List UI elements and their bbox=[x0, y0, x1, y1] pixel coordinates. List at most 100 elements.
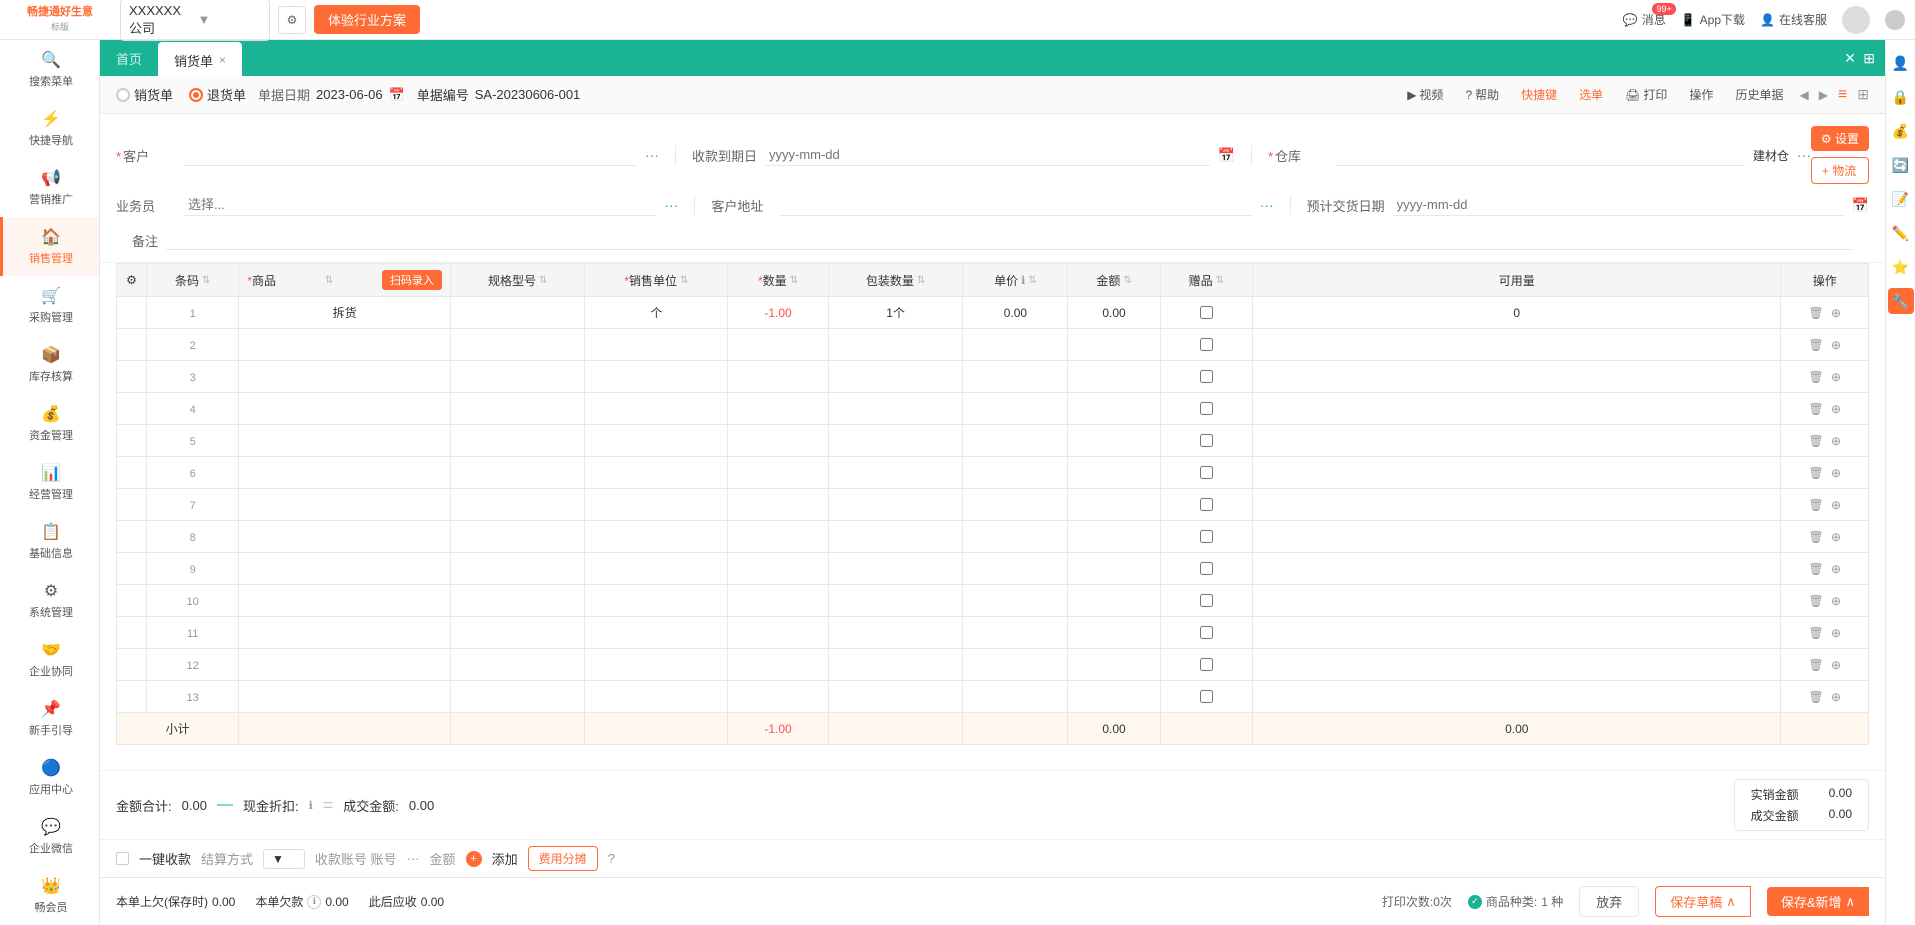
gift-checkbox-9[interactable] bbox=[1200, 562, 1213, 575]
gift-checkbox-12[interactable] bbox=[1200, 658, 1213, 671]
fee-split-btn[interactable]: 费用分摊 bbox=[528, 846, 598, 871]
nav-prev-icon[interactable]: ◀ bbox=[1799, 88, 1808, 102]
close-window-icon[interactable]: × bbox=[1845, 48, 1856, 69]
sidebar-item-member[interactable]: 👑 畅会员 bbox=[0, 866, 99, 925]
delete-icon-3[interactable]: 🗑 bbox=[1808, 370, 1823, 384]
cell-gift-6[interactable] bbox=[1160, 457, 1252, 489]
warehouse-dots-icon[interactable]: ··· bbox=[1797, 147, 1811, 163]
sidebar-item-system[interactable]: ⚙ 系统管理 bbox=[0, 571, 99, 630]
sort-unit-icon[interactable]: ⇅ bbox=[680, 275, 688, 286]
help-btn[interactable]: ? 帮助 bbox=[1459, 84, 1505, 105]
delete-icon-1[interactable]: 🗑 bbox=[1808, 306, 1823, 320]
right-panel-icon-star[interactable]: ⭐ bbox=[1888, 254, 1914, 280]
gift-checkbox-2[interactable] bbox=[1200, 338, 1213, 351]
delete-icon-4[interactable]: 🗑 bbox=[1808, 402, 1823, 416]
delete-icon-13[interactable]: 🗑 bbox=[1808, 690, 1823, 704]
expected-calendar-icon[interactable]: 📅 bbox=[1852, 197, 1869, 214]
discount-info-icon[interactable]: ℹ bbox=[309, 799, 313, 812]
sidebar-item-appcenter[interactable]: 🔵 应用中心 bbox=[0, 748, 99, 807]
sidebar-item-collab[interactable]: 🤝 企业协同 bbox=[0, 630, 99, 689]
delete-icon-5[interactable]: 🗑 bbox=[1808, 434, 1823, 448]
maximize-icon[interactable]: ⊞ bbox=[1863, 50, 1875, 67]
cell-gift-5[interactable] bbox=[1160, 425, 1252, 457]
gift-checkbox-10[interactable] bbox=[1200, 594, 1213, 607]
balance2-info-icon[interactable]: ℹ bbox=[307, 895, 321, 909]
sort-quantity-icon[interactable]: ⇅ bbox=[790, 275, 798, 286]
copy-icon-7[interactable]: ⊕ bbox=[1831, 498, 1841, 512]
sort-gift-icon[interactable]: ⇅ bbox=[1216, 275, 1224, 286]
customer-input[interactable] bbox=[184, 144, 637, 166]
warehouse-input[interactable] bbox=[1336, 144, 1745, 166]
tab-home[interactable]: 首页 bbox=[100, 40, 158, 76]
sort-barcode-icon[interactable]: ⇅ bbox=[202, 275, 210, 286]
company-selector[interactable]: XXXXXX公司 ▼ bbox=[120, 0, 270, 41]
copy-icon-11[interactable]: ⊕ bbox=[1831, 626, 1841, 640]
choose-btn[interactable]: 选单 bbox=[1573, 84, 1609, 105]
gift-checkbox-1[interactable] bbox=[1200, 306, 1213, 319]
cell-gift-3[interactable] bbox=[1160, 361, 1252, 393]
sidebar-item-marketing[interactable]: 📢 营销推广 bbox=[0, 158, 99, 217]
copy-icon-3[interactable]: ⊕ bbox=[1831, 370, 1841, 384]
history-btn[interactable]: 历史单据 bbox=[1729, 84, 1789, 105]
sidebar-item-search[interactable]: 🔍 搜索菜单 bbox=[0, 40, 99, 99]
cell-gift-4[interactable] bbox=[1160, 393, 1252, 425]
message-btn[interactable]: 💬 消息 99+ bbox=[1623, 11, 1666, 28]
sidebar-item-basicinfo[interactable]: 📋 基础信息 bbox=[0, 512, 99, 571]
th-settings[interactable]: ⚙ bbox=[117, 264, 147, 297]
sidebar-item-inventory[interactable]: 📦 库存核算 bbox=[0, 335, 99, 394]
gift-checkbox-13[interactable] bbox=[1200, 690, 1213, 703]
copy-icon-1[interactable]: ⊕ bbox=[1831, 306, 1841, 320]
tab-close-icon[interactable]: × bbox=[219, 53, 226, 67]
fee-help-icon[interactable]: ? bbox=[608, 851, 615, 866]
calendar-icon[interactable]: 📅 bbox=[389, 87, 405, 103]
copy-icon-13[interactable]: ⊕ bbox=[1831, 690, 1841, 704]
delete-icon-6[interactable]: 🗑 bbox=[1808, 466, 1823, 480]
cell-gift-2[interactable] bbox=[1160, 329, 1252, 361]
cell-qty-1[interactable]: -1.00 bbox=[728, 297, 829, 329]
copy-icon-4[interactable]: ⊕ bbox=[1831, 402, 1841, 416]
cell-gift-7[interactable] bbox=[1160, 489, 1252, 521]
user-avatar[interactable] bbox=[1842, 6, 1870, 34]
right-panel-icon-lock[interactable]: 🔒 bbox=[1888, 84, 1914, 110]
delete-icon-7[interactable]: 🗑 bbox=[1808, 498, 1823, 512]
nav-next-icon[interactable]: ▶ bbox=[1819, 88, 1828, 102]
copy-icon-10[interactable]: ⊕ bbox=[1831, 594, 1841, 608]
copy-icon-9[interactable]: ⊕ bbox=[1831, 562, 1841, 576]
sort-spec-icon[interactable]: ⇅ bbox=[539, 275, 547, 286]
account-dots-icon[interactable]: ··· bbox=[407, 851, 420, 866]
expected-date-input[interactable] bbox=[1393, 194, 1844, 216]
discard-button[interactable]: 放弃 bbox=[1579, 886, 1639, 917]
sidebar-item-shortcuts[interactable]: ⚡ 快捷导航 bbox=[0, 99, 99, 158]
logistics-button[interactable]: + 物流 bbox=[1811, 157, 1869, 184]
customer-address-input[interactable] bbox=[779, 194, 1251, 216]
right-panel-icon-money[interactable]: 💰 bbox=[1888, 118, 1914, 144]
settings-icon[interactable]: ⚙ bbox=[278, 6, 306, 34]
settings-button[interactable]: ⚙ 设置 bbox=[1811, 126, 1869, 151]
delete-icon-8[interactable]: 🗑 bbox=[1808, 530, 1823, 544]
list-view-icon[interactable]: ≡ bbox=[1838, 86, 1847, 104]
copy-icon-8[interactable]: ⊕ bbox=[1831, 530, 1841, 544]
sidebar-item-sales[interactable]: 🏠 销售管理 bbox=[0, 217, 99, 276]
sidebar-item-wechat[interactable]: 💬 企业微信 bbox=[0, 807, 99, 866]
cell-gift-1[interactable] bbox=[1160, 297, 1252, 329]
cell-gift-10[interactable] bbox=[1160, 585, 1252, 617]
save-new-button[interactable]: 保存&新增 ∧ bbox=[1767, 887, 1869, 916]
right-panel-icon-edit[interactable]: ✏️ bbox=[1888, 220, 1914, 246]
shortcut-btn[interactable]: 快捷键 bbox=[1515, 84, 1563, 105]
copy-icon-5[interactable]: ⊕ bbox=[1831, 434, 1841, 448]
sort-amount-icon[interactable]: ⇅ bbox=[1123, 275, 1131, 286]
radio-return[interactable]: 退货单 bbox=[189, 85, 246, 104]
sidebar-item-operations[interactable]: 📊 经营管理 bbox=[0, 453, 99, 512]
cell-gift-13[interactable] bbox=[1160, 681, 1252, 713]
gift-checkbox-5[interactable] bbox=[1200, 434, 1213, 447]
copy-icon-2[interactable]: ⊕ bbox=[1831, 338, 1841, 352]
delete-icon-10[interactable]: 🗑 bbox=[1808, 594, 1823, 608]
sidebar-item-guide[interactable]: 📌 新手引导 bbox=[0, 689, 99, 748]
unit-price-info-icon[interactable]: ℹ bbox=[1021, 274, 1025, 287]
scan-button[interactable]: 扫码录入 bbox=[382, 270, 442, 290]
right-panel-icon-person[interactable]: 👤 bbox=[1888, 50, 1914, 76]
one-click-checkbox[interactable] bbox=[116, 852, 129, 865]
add-payment-btn[interactable]: + bbox=[466, 851, 482, 867]
sidebar-item-finance[interactable]: 💰 资金管理 bbox=[0, 394, 99, 453]
cell-gift-9[interactable] bbox=[1160, 553, 1252, 585]
